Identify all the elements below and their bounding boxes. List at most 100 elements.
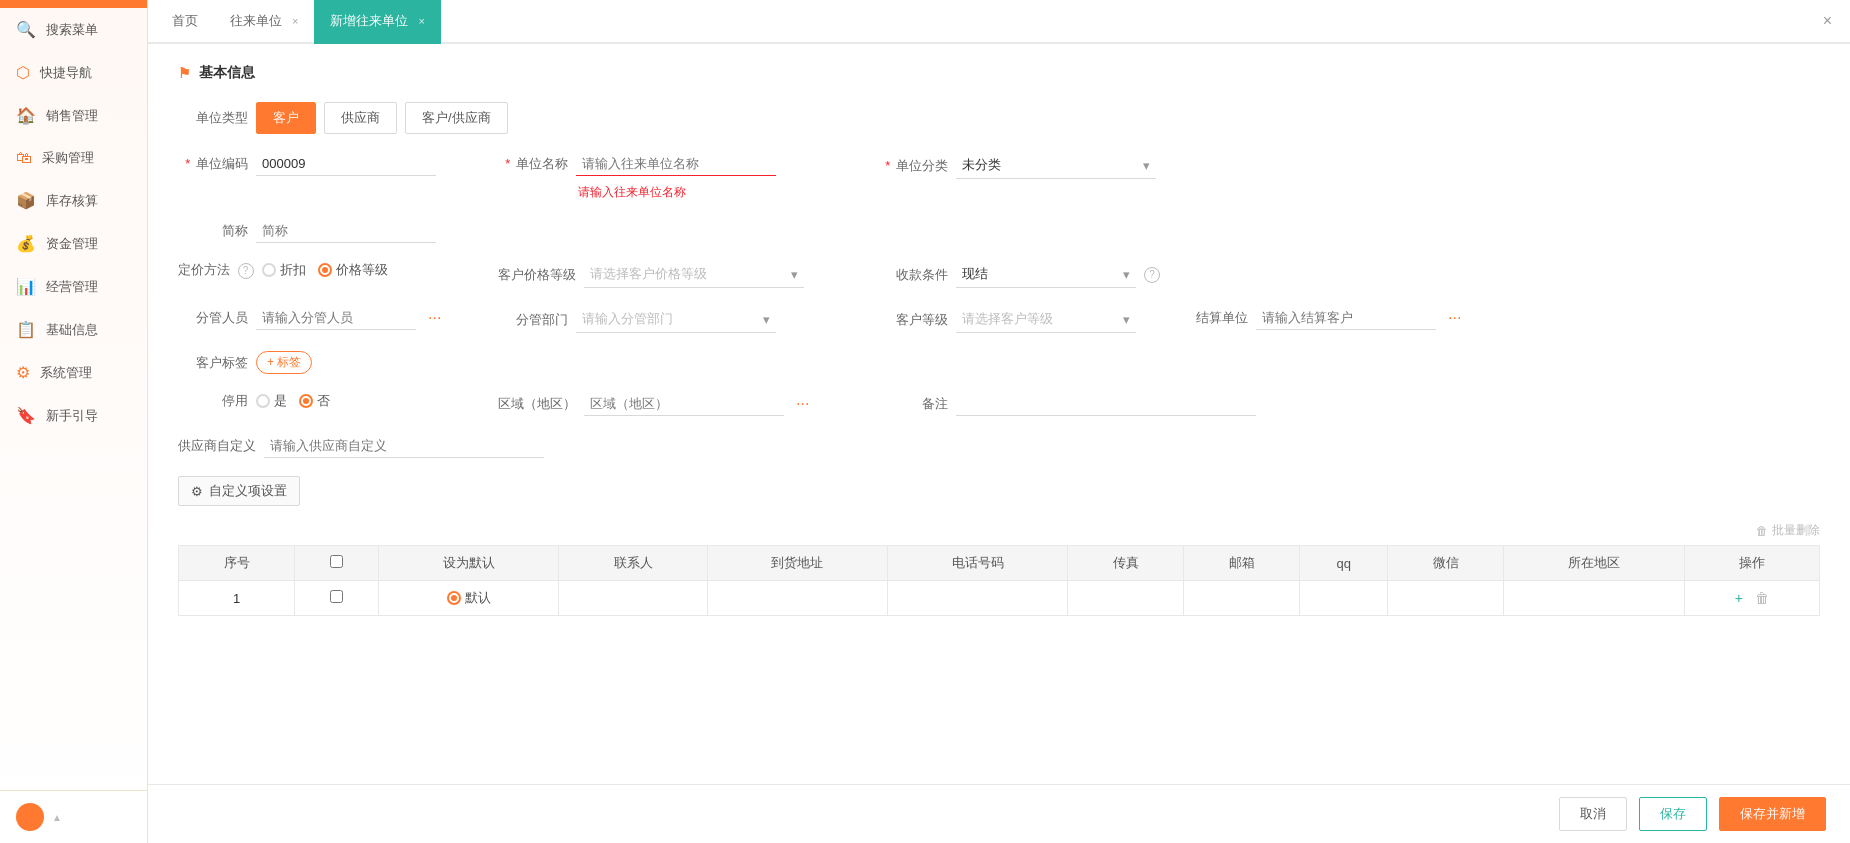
supplier-custom-field: 供应商自定义 — [178, 434, 1820, 458]
region-input[interactable] — [584, 392, 784, 416]
sidebar-bottom: ▲ — [0, 790, 147, 843]
th-address: 到货地址 — [707, 546, 887, 581]
manager-input[interactable] — [256, 306, 416, 330]
sidebar-label-inventory: 库存核算 — [46, 192, 98, 210]
settlement-dots-icon[interactable]: ··· — [1444, 309, 1465, 327]
req-star-cat: * — [885, 158, 890, 173]
add-row-icon[interactable]: + — [1735, 590, 1743, 606]
customer-level-select[interactable]: 请选择客户等级 ▾ — [956, 306, 1136, 333]
btn-customer[interactable]: 客户 — [256, 102, 316, 134]
supplier-custom-row: 供应商自定义 — [178, 434, 1820, 458]
delete-row-icon[interactable]: 🗑 — [1755, 590, 1769, 606]
unit-category-select[interactable]: 未分类 ▾ — [956, 152, 1156, 179]
th-no: 序号 — [179, 546, 295, 581]
sidebar-item-operation[interactable]: 📊 经营管理 — [0, 265, 147, 308]
radio-discount[interactable]: 折扣 — [262, 261, 306, 279]
remark-label: 备注 — [878, 395, 948, 413]
select-all-checkbox[interactable] — [330, 555, 343, 568]
region-dots-icon[interactable]: ··· — [792, 395, 813, 413]
sidebar-item-purchase[interactable]: 🛍 采购管理 — [0, 137, 147, 179]
cancel-button[interactable]: 取消 — [1559, 797, 1627, 831]
customer-tag-label: 客户标签 — [178, 354, 248, 372]
chevron-cust-level-icon: ▾ — [1123, 312, 1130, 327]
save-button[interactable]: 保存 — [1639, 797, 1707, 831]
chevron-dept-icon: ▾ — [763, 312, 770, 327]
add-tag-button[interactable]: + 标签 — [256, 351, 312, 374]
avatar — [16, 803, 44, 831]
custom-settings-button[interactable]: ⚙ 自定义项设置 — [178, 476, 300, 506]
pricing-radio-group: 折扣 价格等级 — [262, 261, 388, 279]
batch-delete-button[interactable]: 🗑 批量删除 — [1756, 522, 1820, 539]
td-region — [1504, 581, 1684, 616]
operation-icon: 📊 — [16, 277, 36, 296]
radio-no[interactable]: 否 — [299, 392, 330, 410]
tab-bar-close-icon[interactable]: × — [1813, 8, 1842, 34]
payment-terms-select[interactable]: 现结 ▾ — [956, 261, 1136, 288]
row-checkbox[interactable] — [330, 590, 343, 603]
tab-bar: 首页 往来单位 × 新增往来单位 × × — [148, 0, 1850, 44]
supplier-custom-input[interactable] — [264, 434, 544, 458]
sidebar-item-system[interactable]: ⚙ 系统管理 — [0, 351, 147, 394]
close-new-counterparty-icon[interactable]: × — [418, 15, 424, 27]
department-select[interactable]: 请输入分管部门 ▾ — [576, 306, 776, 333]
customer-price-level-label: 客户价格等级 — [498, 266, 576, 284]
customer-price-level-select[interactable]: 请选择客户价格等级 ▾ — [584, 261, 804, 288]
sidebar-item-finance[interactable]: 💰 资金管理 — [0, 222, 147, 265]
sidebar-item-search[interactable]: 🔍 搜索菜单 — [0, 8, 147, 51]
btn-both[interactable]: 客户/供应商 — [405, 102, 508, 134]
short-name-row: 简称 — [178, 219, 1820, 243]
td-default: 默认 — [379, 581, 559, 616]
th-default: 设为默认 — [379, 546, 559, 581]
remark-input[interactable] — [956, 392, 1256, 416]
pricing-help-icon[interactable]: ? — [238, 263, 254, 279]
section-title: ⚑ 基本信息 — [178, 64, 1820, 82]
manager-dots-icon[interactable]: ··· — [424, 309, 445, 327]
tab-new-counterparty[interactable]: 新增往来单位 × — [314, 0, 440, 44]
btn-supplier[interactable]: 供应商 — [324, 102, 397, 134]
settlement-input[interactable] — [1256, 306, 1436, 330]
unit-code-input[interactable] — [256, 152, 436, 176]
th-wechat: 微信 — [1388, 546, 1504, 581]
payment-terms-value: 现结 — [962, 265, 988, 283]
customer-tag-row: 客户标签 + 标签 — [178, 351, 1820, 374]
guide-icon: 🔖 — [16, 406, 36, 425]
td-address — [707, 581, 887, 616]
table-row: 1 默认 — [179, 581, 1820, 616]
payment-terms-field: 收款条件 现结 ▾ ? — [878, 261, 1218, 288]
radio-yes[interactable]: 是 — [256, 392, 287, 410]
section-title-text: 基本信息 — [199, 64, 255, 82]
td-email — [1184, 581, 1300, 616]
sidebar-item-guide[interactable]: 🔖 新手引导 — [0, 394, 147, 437]
th-phone: 电话号码 — [887, 546, 1067, 581]
sidebar-item-sales[interactable]: 🏠 销售管理 — [0, 94, 147, 137]
td-qq — [1300, 581, 1388, 616]
tab-home[interactable]: 首页 — [156, 0, 214, 44]
radio-price-level[interactable]: 价格等级 — [318, 261, 388, 279]
sidebar-item-basic[interactable]: 📋 基础信息 — [0, 308, 147, 351]
sales-icon: 🏠 — [16, 106, 36, 125]
radio-no-circle — [299, 394, 313, 408]
td-phone — [887, 581, 1067, 616]
payment-help-icon[interactable]: ? — [1144, 267, 1160, 283]
unit-name-input[interactable] — [576, 152, 776, 176]
th-fax: 传真 — [1068, 546, 1184, 581]
short-name-label: 简称 — [178, 222, 248, 240]
radio-no-label: 否 — [317, 392, 330, 410]
payment-terms-label: 收款条件 — [878, 266, 948, 284]
unit-name-label: * 单位名称 — [498, 155, 568, 173]
sidebar-item-quick-nav[interactable]: ⬡ 快捷导航 — [0, 51, 147, 94]
sidebar-label-quick-nav: 快捷导航 — [40, 64, 92, 82]
unit-type-label: 单位类型 — [178, 109, 248, 127]
th-email: 邮箱 — [1184, 546, 1300, 581]
td-checkbox — [295, 581, 379, 616]
sidebar-item-inventory[interactable]: 📦 库存核算 — [0, 179, 147, 222]
td-action: + 🗑 — [1684, 581, 1820, 616]
row-default-radio[interactable]: 默认 — [389, 589, 548, 607]
unit-info-row: * 单位编码 * 单位名称 请输入往来单位名称 — [178, 152, 1820, 201]
short-name-input[interactable] — [256, 219, 436, 243]
close-counterparty-icon[interactable]: × — [292, 15, 298, 27]
tab-counterparty[interactable]: 往来单位 × — [214, 0, 314, 44]
form-content: ⚑ 基本信息 单位类型 客户 供应商 客户/供应商 * 单位编码 — [148, 44, 1850, 784]
save-new-button[interactable]: 保存并新增 — [1719, 797, 1826, 831]
supplier-custom-label: 供应商自定义 — [178, 437, 256, 455]
